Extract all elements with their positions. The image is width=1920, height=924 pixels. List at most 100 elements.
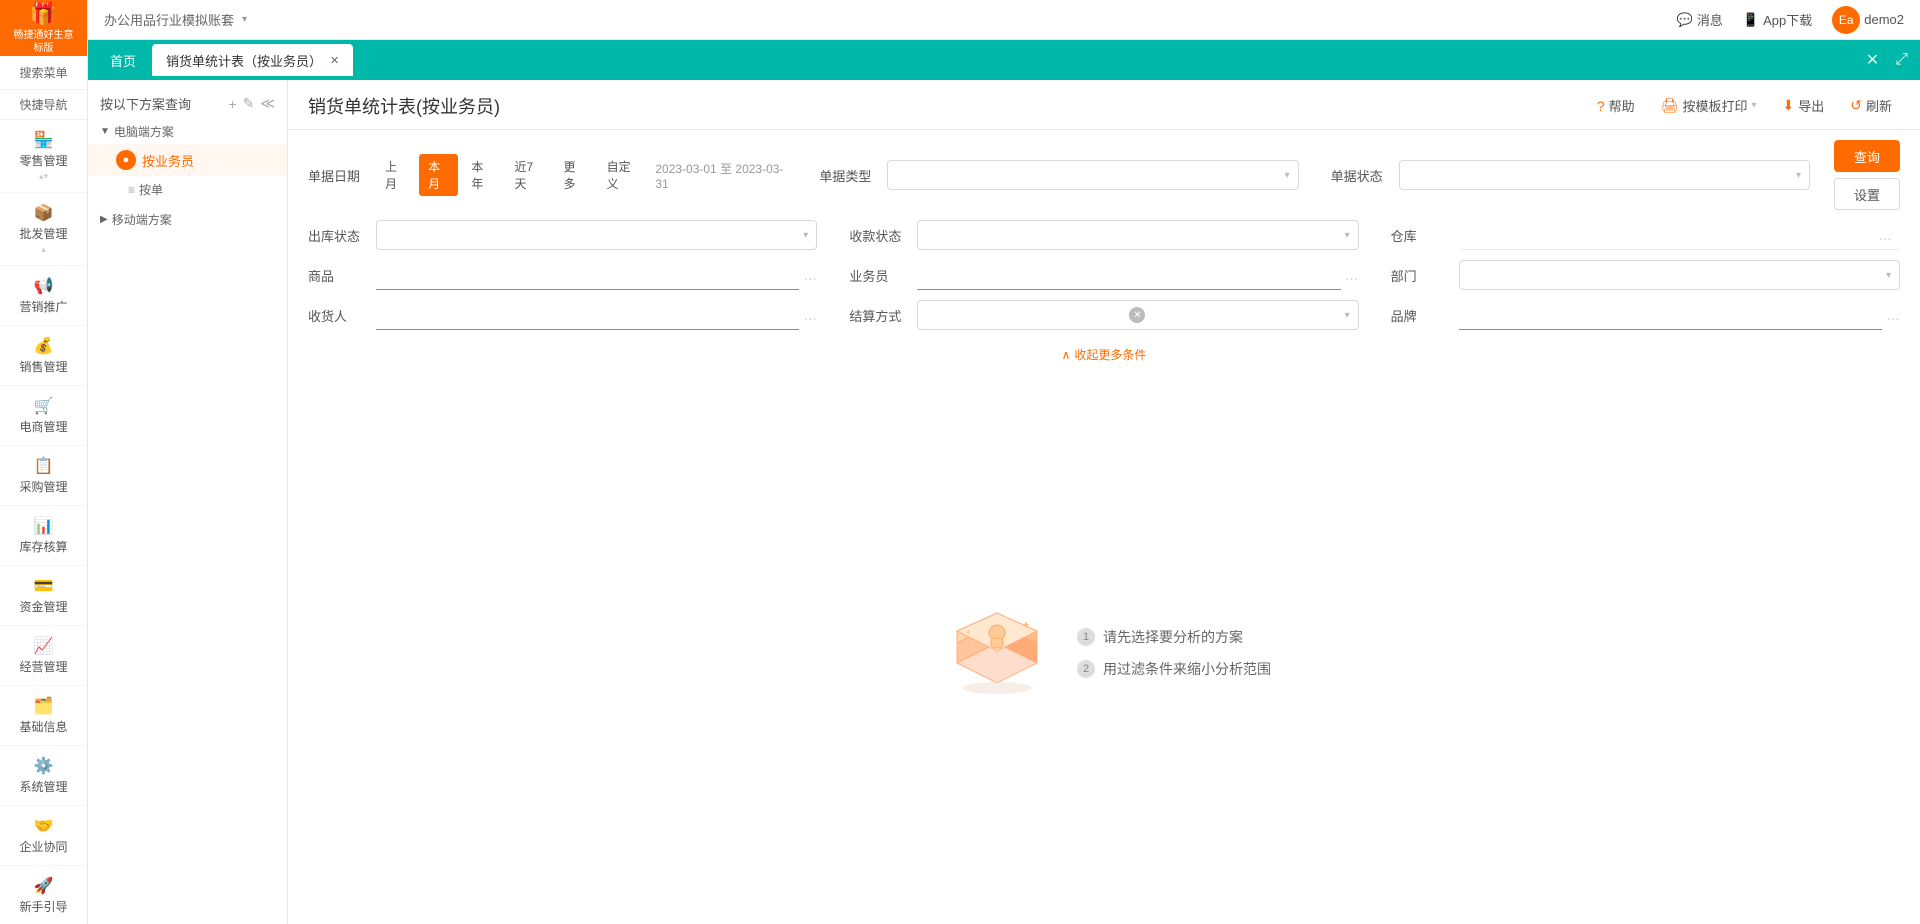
page-header: 销货单统计表(按业务员) ? 帮助 🖨 按模板打印 ▾ ⬇: [288, 80, 1920, 130]
tab-close-icon[interactable]: ✕: [330, 54, 339, 67]
sidebar-item-purchase[interactable]: 📋 采购管理: [0, 446, 87, 506]
collapse-btn[interactable]: ∧ 收起更多条件: [308, 340, 1900, 369]
sidebar-item-basic[interactable]: 🗂️ 基础信息: [0, 686, 87, 746]
sidebar-item-inventory[interactable]: 📊 库存核算: [0, 506, 87, 566]
goods-dots[interactable]: …: [803, 267, 817, 283]
collect-status-select[interactable]: ▾: [917, 220, 1358, 250]
sidebar-item-marketing[interactable]: 📢 营销推广: [0, 266, 87, 326]
date-tabs: 上月 本月 本年 近7天 更多 自定义: [376, 154, 647, 196]
retail-arrow: ▴▾: [39, 171, 48, 182]
sidebar-item-retail[interactable]: 🏪 零售管理 ▴▾: [0, 120, 87, 193]
plan-group-mobile: ▶ 移动端方案: [88, 207, 287, 236]
tab-restore-btn[interactable]: ⤢: [1891, 47, 1912, 73]
panel-edit-btn[interactable]: ✎: [243, 95, 255, 112]
settlement-select[interactable]: ✕ ▾: [917, 300, 1358, 330]
date-tab-this-month[interactable]: 本月: [419, 154, 458, 196]
export-btn[interactable]: ⬇ 导出: [1775, 92, 1833, 119]
goods-label: 商品: [308, 266, 364, 285]
page-title-row: 销货单统计表(按业务员) ? 帮助 🖨 按模板打印 ▾ ⬇: [308, 92, 1900, 119]
date-label: 单据日期: [308, 166, 364, 185]
sidebar-item-purchase-label: 采购管理: [19, 478, 67, 495]
header-right-area: 💬 消息 📱 App下载 Ea demo2: [1677, 6, 1904, 34]
sidebar-item-ecommerce[interactable]: 🛒 电商管理: [0, 386, 87, 446]
finance-icon: 💳: [34, 576, 54, 596]
doc-status-select[interactable]: ▾: [1399, 160, 1810, 190]
print-dropdown-icon[interactable]: ▾: [1751, 100, 1756, 111]
sidebar-item-retail-label: 零售管理: [19, 152, 67, 169]
date-tab-custom[interactable]: 自定义: [598, 154, 648, 196]
panel-header: 按以下方案查询 + ✎ ≪: [88, 88, 287, 119]
salesperson-input[interactable]: [917, 260, 1340, 290]
tab-sales-stat[interactable]: 销货单统计表（按业务员） ✕: [152, 44, 353, 76]
tab-sales-stat-label: 销货单统计表（按业务员）: [166, 51, 322, 70]
sidebar-item-wholesale-label: 批发管理: [19, 225, 67, 242]
out-status-select[interactable]: ▾: [376, 220, 817, 250]
sidebar-item-sales-label: 销售管理: [19, 358, 67, 375]
print-label: 按模板打印: [1682, 96, 1747, 115]
goods-input[interactable]: [376, 260, 799, 290]
brand-input[interactable]: [1459, 300, 1882, 330]
plan-sub-item-by-order[interactable]: ≡ 按单: [88, 176, 287, 203]
system-icon: ⚙️: [34, 756, 54, 776]
plan-group-pc-header[interactable]: ▼ 电脑端方案: [88, 119, 287, 144]
warehouse-select[interactable]: …: [1459, 220, 1900, 250]
user-menu[interactable]: Ea demo2: [1832, 6, 1904, 34]
settlement-arrow: ▾: [1345, 310, 1350, 321]
tab-bar: 首页 销货单统计表（按业务员） ✕ ✕ ⤢: [88, 40, 1920, 80]
plan-item-by-sales[interactable]: ● 按业务员: [88, 144, 287, 176]
tab-home[interactable]: 首页: [96, 44, 150, 76]
help-btn[interactable]: ? 帮助: [1589, 92, 1643, 119]
empty-tips: 1 请先选择要分析的方案 2 用过滤条件来缩小分析范围: [1077, 627, 1271, 679]
tab-close-btn[interactable]: ✕: [1862, 46, 1883, 74]
out-status-arrow: ▾: [803, 230, 808, 241]
sidebar-quicknav[interactable]: 快捷导航: [0, 90, 87, 120]
consignee-dots[interactable]: …: [803, 307, 817, 323]
sidebar-item-enterprise[interactable]: 🤝 企业协同: [0, 806, 87, 866]
date-tab-this-year[interactable]: 本年: [462, 154, 501, 196]
sidebar-item-system[interactable]: ⚙️ 系统管理: [0, 746, 87, 806]
date-tab-last-month[interactable]: 上月: [376, 154, 415, 196]
consignee-input[interactable]: [376, 300, 799, 330]
refresh-btn[interactable]: ↺ 刷新: [1842, 92, 1900, 119]
purchase-icon: 📋: [34, 456, 54, 476]
settlement-clear-btn[interactable]: ✕: [1129, 307, 1145, 323]
sidebar-item-sales[interactable]: 💰 销售管理: [0, 326, 87, 386]
panel-add-btn[interactable]: +: [228, 96, 236, 112]
filter-row-4: 收货人 … 结算方式 ✕ ▾ 品牌: [308, 300, 1900, 330]
sidebar-item-finance[interactable]: 💳 资金管理: [0, 566, 87, 626]
help-label: 帮助: [1609, 96, 1635, 115]
sidebar-search[interactable]: 搜索菜单: [0, 56, 87, 90]
message-btn[interactable]: 💬 消息: [1677, 10, 1723, 29]
breadcrumb-dropdown-icon[interactable]: ▾: [242, 14, 247, 25]
empty-illustration: ✦ ✦: [937, 593, 1057, 713]
doc-type-select[interactable]: ▾: [887, 160, 1298, 190]
sidebar-item-basic-label: 基础信息: [19, 718, 67, 735]
dept-select[interactable]: ▾: [1459, 260, 1900, 290]
tip-2-num: 2: [1077, 660, 1095, 678]
tip-2-text: 用过滤条件来缩小分析范围: [1103, 659, 1271, 679]
setting-button[interactable]: 设置: [1834, 178, 1900, 210]
sidebar-item-wholesale[interactable]: 📦 批发管理 ▴: [0, 193, 87, 266]
brand-dots[interactable]: …: [1886, 307, 1900, 323]
app-download-btn[interactable]: 📱 App下载: [1743, 10, 1812, 29]
salesperson-dots[interactable]: …: [1345, 267, 1359, 283]
sidebar-item-newbie[interactable]: 🚀 新手引导: [0, 866, 87, 924]
date-tab-more[interactable]: 更多: [555, 154, 594, 196]
out-status-control: ▾: [376, 220, 817, 250]
date-control: 上月 本月 本年 近7天 更多 自定义 2023-03-01 至 2023-03…: [376, 154, 787, 196]
warehouse-label: 仓库: [1391, 226, 1447, 245]
sidebar-item-operations[interactable]: 📈 经营管理: [0, 626, 87, 686]
svg-text:✦: ✦: [965, 628, 972, 637]
query-button[interactable]: 查询: [1834, 140, 1900, 172]
date-tab-last-7[interactable]: 近7天: [505, 154, 550, 196]
ecommerce-icon: 🛒: [34, 396, 54, 416]
template-print-btn[interactable]: 🖨 按模板打印 ▾: [1653, 92, 1765, 119]
warehouse-dots[interactable]: …: [1878, 227, 1892, 243]
page-actions: ? 帮助 🖨 按模板打印 ▾ ⬇ 导出 ↺: [1589, 92, 1900, 119]
plan-group-mobile-header[interactable]: ▶ 移动端方案: [88, 207, 287, 232]
panel-collapse-btn[interactable]: ≪: [260, 95, 275, 112]
empty-tip-1: 1 请先选择要分析的方案: [1077, 627, 1271, 647]
header-breadcrumb-area: 办公用品行业模拟账套 ▾: [104, 10, 247, 29]
sales-icon: 💰: [34, 336, 54, 356]
empty-state: ✦ ✦ 1 请先选择要分析的方案 2 用过滤条件来缩小分析范围: [288, 381, 1920, 924]
